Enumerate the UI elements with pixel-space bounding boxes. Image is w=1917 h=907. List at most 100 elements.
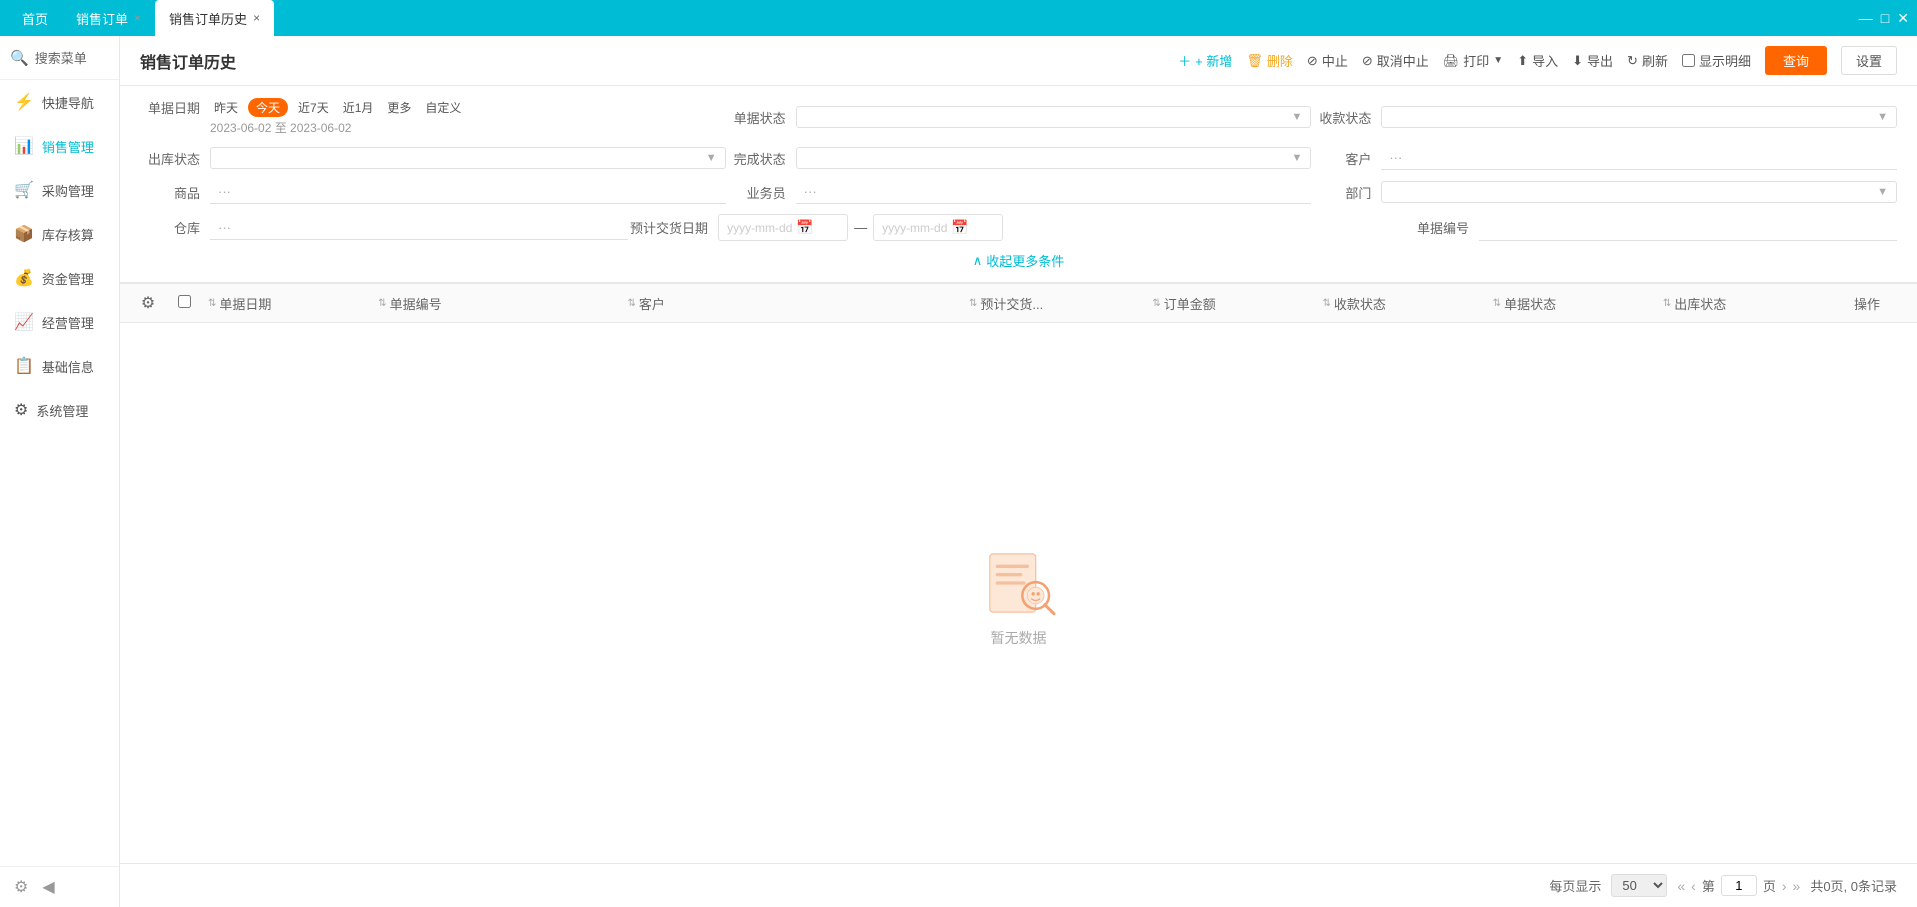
empty-illustration xyxy=(969,538,1069,628)
current-page-input[interactable] xyxy=(1721,875,1757,896)
search-menu[interactable]: 🔍 搜索菜单 xyxy=(0,36,119,80)
display-detail-checkbox[interactable] xyxy=(1682,54,1695,67)
date-btn-7days[interactable]: 近7天 xyxy=(294,98,333,117)
sidebar-settings-icon[interactable]: ⚙ xyxy=(14,877,28,897)
refresh-button[interactable]: ↻ 刷新 xyxy=(1627,51,1668,70)
setting-button[interactable]: 设置 xyxy=(1841,46,1897,75)
col-amount-sort-icon: ⇅ xyxy=(1152,298,1160,309)
last-page-button[interactable]: » xyxy=(1793,878,1801,894)
page-size-select[interactable]: 50 10 20 100 xyxy=(1611,874,1667,897)
warehouse-input[interactable]: ··· xyxy=(210,216,628,240)
receipt-status-select[interactable]: ▼ xyxy=(1381,106,1897,128)
new-button[interactable]: ＋ + 新增 xyxy=(1178,51,1232,70)
sales-person-input[interactable]: ··· xyxy=(796,180,1312,204)
sidebar-item-purchase-mgmt[interactable]: 🛒 采购管理 xyxy=(0,168,119,212)
delivery-date-to-input[interactable]: yyyy-mm-dd 📅 xyxy=(873,214,1003,241)
sidebar-item-inventory[interactable]: 📦 库存核算 xyxy=(0,212,119,256)
doc-date-label: 单据日期 xyxy=(140,98,210,117)
import-label: 导入 xyxy=(1532,51,1558,70)
sidebar-bottom: ⚙ ◀ xyxy=(0,866,119,907)
delete-icon: 🗑 xyxy=(1246,53,1263,69)
col-header-customer[interactable]: ⇅ 客户 xyxy=(621,294,963,313)
customer-label: 客户 xyxy=(1311,149,1381,168)
page-header: 销售订单历史 ＋ + 新增 🗑 删除 ⊘ 中止 ⊘ 取消中止 xyxy=(120,36,1917,86)
stop-button[interactable]: ⊘ 中止 xyxy=(1307,51,1348,70)
department-arrow-icon: ▼ xyxy=(1877,186,1888,198)
new-icon: ＋ xyxy=(1178,51,1191,70)
table-select-all[interactable] xyxy=(166,295,202,311)
print-button[interactable]: 🖨 打印 ▼ xyxy=(1443,51,1503,70)
sidebar-item-quick-nav[interactable]: ⚡ 快捷导航 xyxy=(0,80,119,124)
delivery-date-from-calendar-icon[interactable]: 📅 xyxy=(796,219,813,236)
export-icon: ⬇ xyxy=(1572,53,1583,69)
department-label: 部门 xyxy=(1311,183,1381,202)
table-settings-icon[interactable]: ⚙ xyxy=(130,293,166,313)
sidebar-item-operations-label: 经营管理 xyxy=(42,313,94,332)
department-select[interactable]: ▼ xyxy=(1381,181,1897,203)
first-page-button[interactable]: « xyxy=(1677,878,1685,894)
col-header-delivery-date[interactable]: ⇅ 预计交货... xyxy=(963,294,1146,313)
product-dots-icon: ··· xyxy=(218,184,231,199)
system-mgmt-icon: ⚙ xyxy=(14,400,28,420)
query-button[interactable]: 查询 xyxy=(1765,46,1827,75)
product-input[interactable]: ··· xyxy=(210,180,726,204)
outbound-status-arrow-icon: ▼ xyxy=(706,152,717,164)
cancel-stop-button[interactable]: ⊘ 取消中止 xyxy=(1362,51,1429,70)
date-btn-more[interactable]: 更多 xyxy=(383,98,415,117)
close-btn[interactable]: ✕ xyxy=(1897,10,1909,27)
date-btn-yesterday[interactable]: 昨天 xyxy=(210,98,242,117)
display-detail-checkbox-label[interactable]: 显示明细 xyxy=(1682,51,1751,70)
date-btn-custom[interactable]: 自定义 xyxy=(421,98,465,117)
export-button[interactable]: ⬇ 导出 xyxy=(1572,51,1613,70)
product-label: 商品 xyxy=(140,183,210,202)
search-icon: 🔍 xyxy=(10,49,29,67)
col-header-doc-number[interactable]: ⇅ 单据编号 xyxy=(372,294,621,313)
select-all-checkbox[interactable] xyxy=(178,295,191,308)
tab-sales-order-history[interactable]: 销售订单历史 × xyxy=(155,0,274,36)
doc-status-label: 单据状态 xyxy=(726,108,796,127)
col-header-receipt-status[interactable]: ⇅ 收款状态 xyxy=(1317,294,1487,313)
col-delivery-label: 预计交货... xyxy=(980,294,1043,313)
collapse-link[interactable]: ∧ 收起更多条件 xyxy=(140,251,1897,270)
stop-icon: ⊘ xyxy=(1307,53,1318,69)
minimize-btn[interactable]: — xyxy=(1859,10,1873,26)
tab-sales-order[interactable]: 销售订单 × xyxy=(62,0,155,36)
maximize-btn[interactable]: □ xyxy=(1881,10,1889,26)
tab-sales-order-close[interactable]: × xyxy=(134,11,141,25)
import-button[interactable]: ⬆ 导入 xyxy=(1517,51,1558,70)
doc-number-input[interactable] xyxy=(1479,215,1897,241)
content-area: 销售订单历史 ＋ + 新增 🗑 删除 ⊘ 中止 ⊘ 取消中止 xyxy=(120,36,1917,907)
sidebar-item-purchase-mgmt-label: 采购管理 xyxy=(42,181,94,200)
sidebar-collapse-icon[interactable]: ◀ xyxy=(42,877,54,897)
next-page-button[interactable]: › xyxy=(1782,878,1787,894)
delete-label: 删除 xyxy=(1267,51,1293,70)
cancel-stop-icon: ⊘ xyxy=(1362,53,1373,69)
tab-home[interactable]: 首页 xyxy=(8,0,62,36)
export-label: 导出 xyxy=(1587,51,1613,70)
doc-status-select[interactable]: ▼ xyxy=(796,106,1312,128)
completion-status-select[interactable]: ▼ xyxy=(796,147,1312,169)
sidebar-item-finance[interactable]: 💰 资金管理 xyxy=(0,256,119,300)
delete-button[interactable]: 🗑 删除 xyxy=(1246,51,1293,70)
customer-input[interactable]: ··· xyxy=(1381,146,1897,170)
filter-row-3: 商品 ··· 业务员 ··· 部门 ▼ xyxy=(140,180,1897,204)
sidebar-item-sales-mgmt[interactable]: 📊 销售管理 xyxy=(0,124,119,168)
delivery-date-to-calendar-icon[interactable]: 📅 xyxy=(951,219,968,236)
date-btn-today[interactable]: 今天 xyxy=(248,98,288,117)
delivery-date-from-input[interactable]: yyyy-mm-dd 📅 xyxy=(718,214,848,241)
col-header-doc-date[interactable]: ⇅ 单据日期 xyxy=(202,294,372,313)
col-header-outbound-status[interactable]: ⇅ 出库状态 xyxy=(1657,294,1827,313)
outbound-status-select[interactable]: ▼ xyxy=(210,147,726,169)
col-doc-date-sort-icon: ⇅ xyxy=(208,298,216,309)
tab-sales-order-history-close[interactable]: × xyxy=(253,11,260,25)
col-header-amount[interactable]: ⇅ 订单金额 xyxy=(1146,294,1316,313)
col-header-doc-status[interactable]: ⇅ 单据状态 xyxy=(1487,294,1657,313)
sidebar-item-system-mgmt[interactable]: ⚙ 系统管理 xyxy=(0,388,119,432)
page-title: 销售订单历史 xyxy=(140,49,236,73)
warehouse-label: 仓库 xyxy=(140,218,210,237)
sidebar-item-basic-info[interactable]: 📋 基础信息 xyxy=(0,344,119,388)
filter-area: 单据日期 昨天 今天 近7天 近1月 更多 自定义 2023-06-02 xyxy=(120,86,1917,283)
date-btn-1month[interactable]: 近1月 xyxy=(339,98,378,117)
prev-page-button[interactable]: ‹ xyxy=(1691,878,1696,894)
sidebar-item-operations[interactable]: 📈 经营管理 xyxy=(0,300,119,344)
